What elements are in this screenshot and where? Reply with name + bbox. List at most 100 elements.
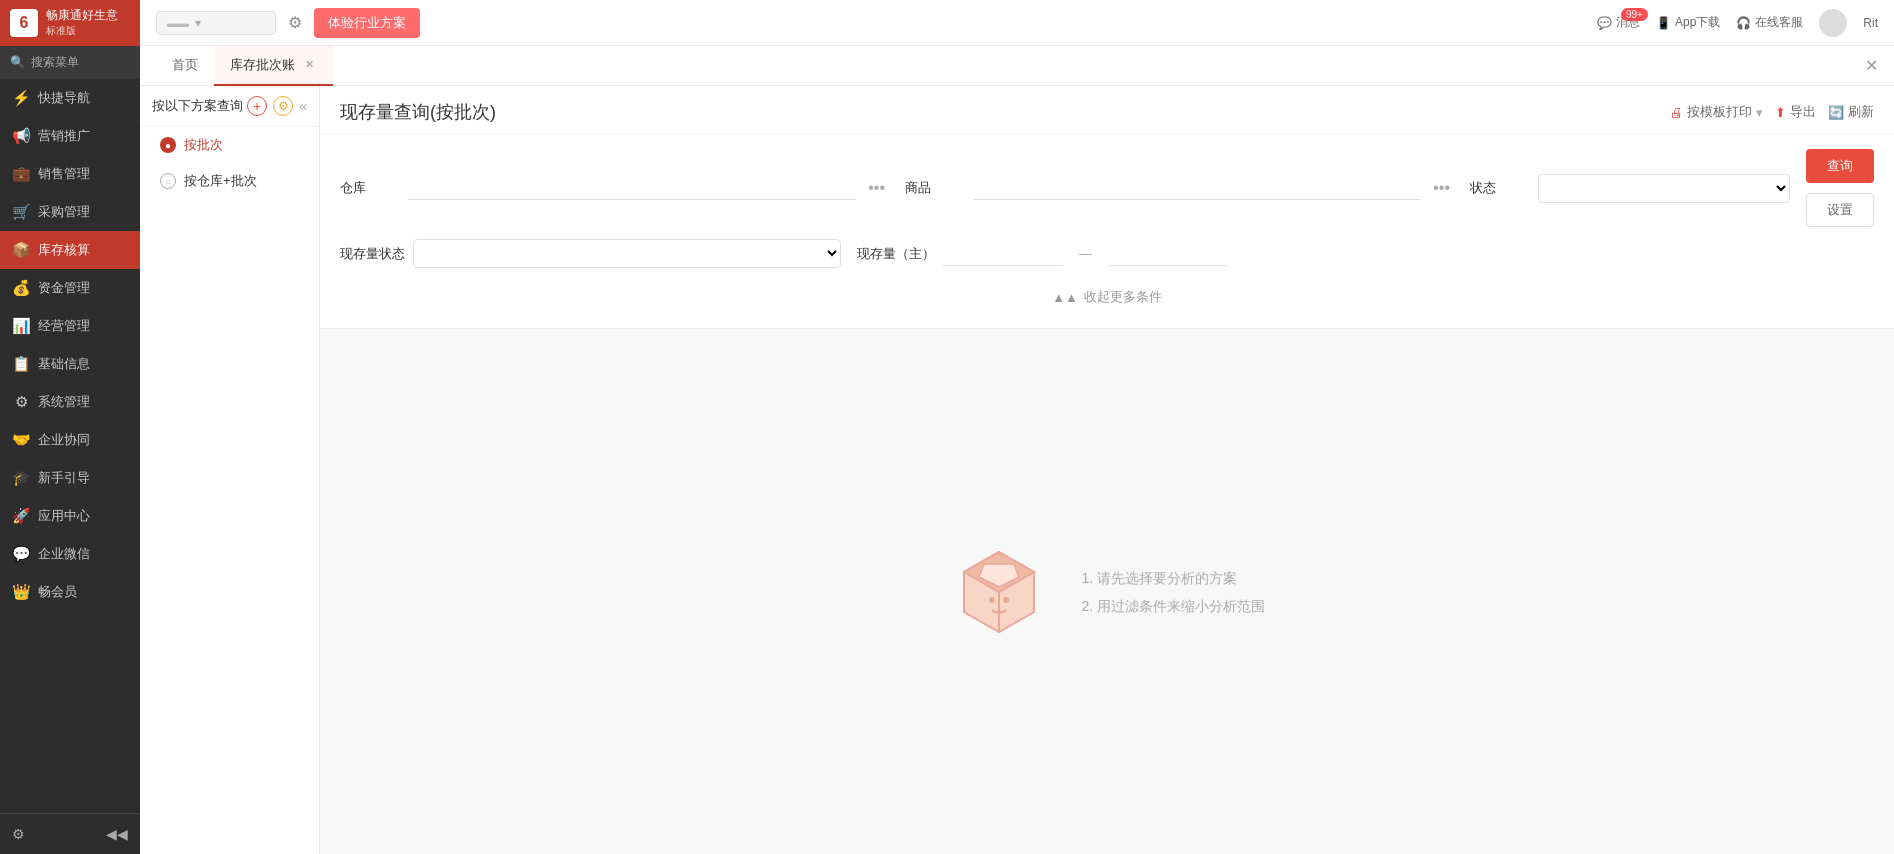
panel-item-by-warehouse-batch[interactable]: ○ 按仓库+批次	[140, 163, 319, 199]
online-service-label: 在线客服	[1755, 14, 1803, 31]
online-service-btn[interactable]: 🎧 在线客服	[1736, 14, 1803, 31]
empty-hints: 请先选择要分析的方案 用过滤条件来缩小分析范围	[1079, 564, 1265, 620]
sidebar-item-label: 快捷导航	[38, 89, 90, 107]
sidebar-nav: ⚡ 快捷导航 📢 营销推广 💼 销售管理 🛒 采购管理 📦 库存核算 💰 资金管…	[0, 79, 140, 813]
empty-content: 请先选择要分析的方案 用过滤条件来缩小分析范围	[949, 542, 1265, 642]
marketing-icon: 📢	[12, 127, 30, 145]
sidebar-item-base[interactable]: 📋 基础信息	[0, 345, 140, 383]
page-title: 现存量查询(按批次)	[340, 100, 496, 124]
page-header-actions: 🖨 按模板打印 ▾ ⬆ 导出 🔄 刷新	[1670, 103, 1874, 121]
warehouse-more-icon[interactable]: •••	[864, 179, 889, 197]
tab-home[interactable]: 首页	[156, 46, 214, 86]
stock-qty-to-input[interactable]	[1108, 242, 1228, 266]
sidebar-item-operations[interactable]: 📊 经营管理	[0, 307, 140, 345]
print-btn[interactable]: 🖨 按模板打印 ▾	[1670, 103, 1763, 121]
svg-point-5	[1003, 597, 1009, 603]
phone-icon: 📱	[1656, 16, 1671, 30]
sidebar-item-purchase[interactable]: 🛒 采购管理	[0, 193, 140, 231]
filter-stock-qty-group: 现存量（主） —	[857, 242, 1358, 266]
sidebar-item-apps[interactable]: 🚀 应用中心	[0, 497, 140, 535]
tab-home-label: 首页	[172, 56, 198, 74]
sidebar-item-label: 采购管理	[38, 203, 90, 221]
export-label: 导出	[1790, 103, 1816, 121]
sidebar-item-collab[interactable]: 🤝 企业协同	[0, 421, 140, 459]
refresh-btn[interactable]: 🔄 刷新	[1828, 103, 1874, 121]
shortcut-icon: ⚡	[12, 89, 30, 107]
sidebar-item-marketing[interactable]: 📢 营销推广	[0, 117, 140, 155]
sidebar-item-inventory[interactable]: 📦 库存核算	[0, 231, 140, 269]
inventory-icon: 📦	[12, 241, 30, 259]
refresh-icon: 🔄	[1828, 105, 1844, 120]
product-more-icon[interactable]: •••	[1429, 179, 1454, 197]
messages-btn[interactable]: 💬 消息 99+	[1597, 14, 1640, 31]
panel-item-dot-red: ●	[160, 137, 176, 153]
app-name: 畅康通好生意	[46, 8, 118, 24]
sidebar-search[interactable]: 🔍 搜索菜单	[0, 46, 140, 79]
settings-footer-icon[interactable]: ⚙	[8, 822, 29, 846]
sidebar-item-sales[interactable]: 💼 销售管理	[0, 155, 140, 193]
collapse-label: 收起更多条件	[1084, 288, 1162, 306]
panel-collapse-icon[interactable]: «	[299, 98, 307, 114]
guide-icon: 🎓	[12, 469, 30, 487]
sidebar-item-guide[interactable]: 🎓 新手引导	[0, 459, 140, 497]
filter-stock-status-group: 现存量状态	[340, 239, 841, 268]
collapse-sidebar-icon[interactable]: ◀◀	[102, 822, 132, 846]
topbar-gear-icon[interactable]: ⚙	[288, 13, 302, 32]
empty-state: 请先选择要分析的方案 用过滤条件来缩小分析范围	[320, 329, 1894, 854]
sidebar-item-label: 经营管理	[38, 317, 90, 335]
warehouse-input[interactable]	[408, 176, 856, 200]
filter-actions: 查询 设置	[1806, 149, 1874, 227]
user-name: Rit	[1863, 16, 1878, 30]
sidebar: 6 畅康通好生意 标准版 🔍 搜索菜单 ⚡ 快捷导航 📢 营销推广 💼 销售管理…	[0, 0, 140, 854]
panel-item-label: 按批次	[184, 136, 223, 154]
export-btn[interactable]: ⬆ 导出	[1775, 103, 1816, 121]
app-download-label: App下载	[1675, 14, 1720, 31]
query-button[interactable]: 查询	[1806, 149, 1874, 183]
app-download-btn[interactable]: 📱 App下载	[1656, 14, 1720, 31]
experience-btn[interactable]: 体验行业方案	[314, 8, 420, 38]
tab-inventory-batch[interactable]: 库存批次账 ✕	[214, 46, 333, 86]
panel-header-label: 按以下方案查询	[152, 97, 243, 115]
sidebar-item-label: 应用中心	[38, 507, 90, 525]
panel-settings-icon[interactable]: ⚙	[273, 96, 293, 116]
topbar-right: 💬 消息 99+ 📱 App下载 🎧 在线客服 Rit	[1597, 9, 1878, 37]
sidebar-item-label: 新手引导	[38, 469, 90, 487]
tab-close-icon[interactable]: ✕	[301, 57, 317, 73]
collapse-more-btn[interactable]: ▲▲ 收起更多条件	[340, 280, 1874, 314]
search-label: 搜索菜单	[31, 54, 79, 71]
status-label: 状态	[1470, 179, 1530, 197]
sidebar-item-label: 企业协同	[38, 431, 90, 449]
message-icon: 💬	[1597, 16, 1612, 30]
base-icon: 📋	[12, 355, 30, 373]
right-panel: 现存量查询(按批次) 🖨 按模板打印 ▾ ⬆ 导出 🔄 刷新	[320, 86, 1894, 854]
sidebar-item-label: 销售管理	[38, 165, 90, 183]
sidebar-item-system[interactable]: ⚙ 系统管理	[0, 383, 140, 421]
panel-add-icon[interactable]: +	[247, 96, 267, 116]
main-area: ▬▬ ▾ ⚙ 体验行业方案 💬 消息 99+ 📱 App下载 🎧 在线客服 Ri…	[140, 0, 1894, 854]
panel-item-by-batch[interactable]: ● 按批次	[140, 127, 319, 163]
topbar-dropdown-icon[interactable]: ▾	[195, 16, 201, 30]
filter-row-2: 现存量状态 现存量（主） —	[340, 239, 1874, 268]
user-avatar[interactable]	[1819, 9, 1847, 37]
sidebar-item-member[interactable]: 👑 畅会员	[0, 573, 140, 611]
empty-hint-1: 请先选择要分析的方案	[1097, 564, 1265, 592]
headset-icon: 🎧	[1736, 16, 1751, 30]
tab-panel-close-icon[interactable]: ✕	[1865, 56, 1878, 75]
stock-status-select[interactable]	[413, 239, 841, 268]
filter-area: 仓库 ••• 商品 ••• 状态	[320, 135, 1894, 329]
product-input[interactable]	[973, 176, 1421, 200]
stock-qty-from-input[interactable]	[943, 242, 1063, 266]
settings-button[interactable]: 设置	[1806, 193, 1874, 227]
print-label: 按模板打印	[1687, 103, 1752, 121]
sidebar-item-label: 资金管理	[38, 279, 90, 297]
topbar-left: ▬▬ ▾ ⚙ 体验行业方案	[156, 8, 420, 38]
sidebar-item-finance[interactable]: 💰 资金管理	[0, 269, 140, 307]
finance-icon: 💰	[12, 279, 30, 297]
filter-product-group: 商品 •••	[905, 176, 1454, 200]
filter-dash: —	[1071, 246, 1100, 261]
status-select[interactable]	[1538, 174, 1790, 203]
filter-status-group: 状态	[1470, 174, 1790, 203]
print-dropdown-icon[interactable]: ▾	[1756, 105, 1763, 120]
sidebar-item-shortcut[interactable]: ⚡ 快捷导航	[0, 79, 140, 117]
sidebar-item-wechat[interactable]: 💬 企业微信	[0, 535, 140, 573]
